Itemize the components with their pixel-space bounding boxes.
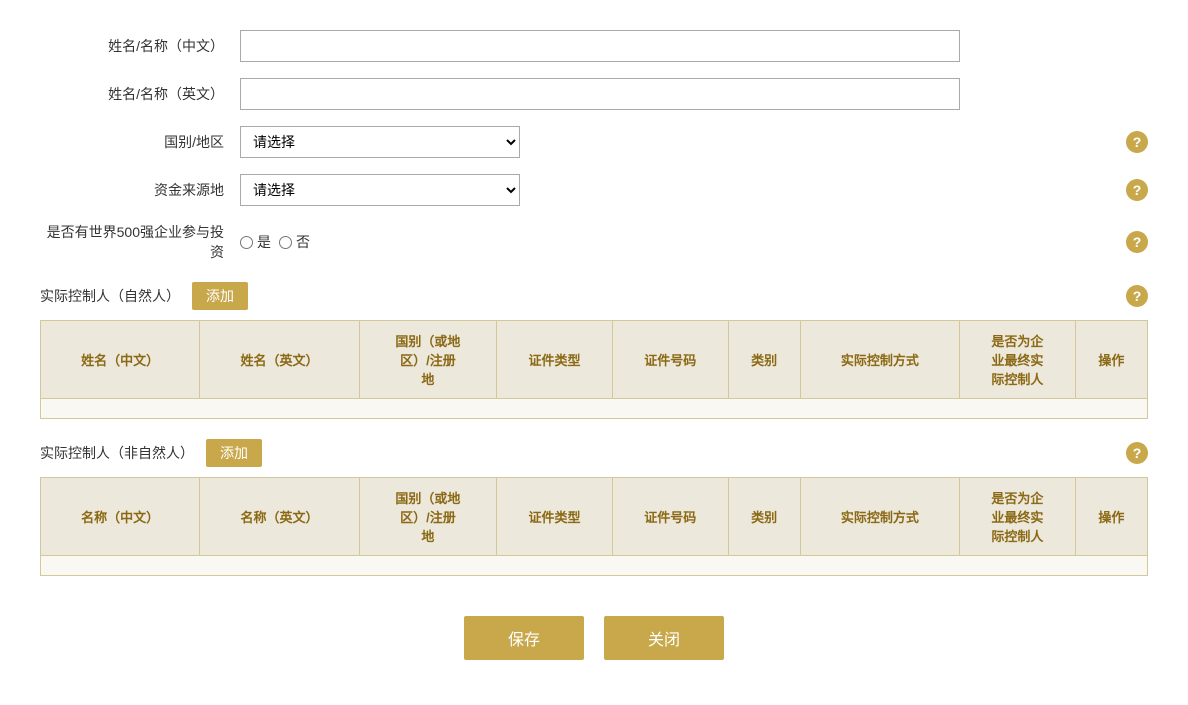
- name-cn-input[interactable]: [240, 30, 960, 62]
- natural-person-header-row: 姓名（中文） 姓名（英文） 国别（或地区）/注册地 证件类型 证件号码 类别 实…: [41, 321, 1148, 399]
- non-natural-person-section: 实际控制人（非自然人） 添加 ? 名称（中文） 名称（英文） 国别（或地区）/注…: [40, 439, 1148, 576]
- col-category: 类别: [728, 321, 800, 399]
- name-cn-label: 姓名/名称（中文）: [40, 36, 240, 56]
- col-cert-no-2: 证件号码: [612, 478, 728, 556]
- name-en-input[interactable]: [240, 78, 960, 110]
- non-natural-person-empty-cell: [41, 556, 1148, 576]
- col-cert-type-2: 证件类型: [497, 478, 613, 556]
- fortune500-yes-radio[interactable]: [240, 236, 253, 249]
- fortune500-label: 是否有世界500强企业参与投资: [40, 222, 240, 262]
- fund-source-select[interactable]: 请选择: [240, 174, 520, 206]
- country-row: 国别/地区 请选择 ?: [40, 126, 1148, 158]
- natural-person-section: 实际控制人（自然人） 添加 ? 姓名（中文） 姓名（英文） 国别（或地区）/注册…: [40, 282, 1148, 419]
- non-natural-person-title-row: 实际控制人（非自然人） 添加 ?: [40, 439, 1148, 467]
- fortune500-yes-label[interactable]: 是: [240, 232, 271, 252]
- col-is-final-controller-2: 是否为企业最终实际控制人: [960, 478, 1076, 556]
- name-en-label: 姓名/名称（英文）: [40, 84, 240, 104]
- natural-person-title: 实际控制人（自然人）: [40, 286, 180, 306]
- country-select[interactable]: 请选择: [240, 126, 520, 158]
- fortune500-no-text: 否: [296, 232, 310, 252]
- fortune500-no-label[interactable]: 否: [279, 232, 310, 252]
- fund-source-help-icon[interactable]: ?: [1126, 179, 1148, 201]
- non-natural-person-empty-row: [41, 556, 1148, 576]
- close-button[interactable]: 关闭: [604, 616, 724, 660]
- natural-person-table: 姓名（中文） 姓名（英文） 国别（或地区）/注册地 证件类型 证件号码 类别 实…: [40, 320, 1148, 419]
- non-natural-person-title: 实际控制人（非自然人）: [40, 443, 194, 463]
- col-category-2: 类别: [728, 478, 800, 556]
- natural-person-title-row: 实际控制人（自然人） 添加 ?: [40, 282, 1148, 310]
- non-natural-person-help-icon[interactable]: ?: [1126, 442, 1148, 464]
- col-name-en: 姓名（英文）: [200, 321, 359, 399]
- country-label: 国别/地区: [40, 132, 240, 152]
- col-operation: 操作: [1075, 321, 1147, 399]
- fortune500-radio-group: 是 否: [240, 232, 310, 252]
- fortune500-no-radio[interactable]: [279, 236, 292, 249]
- col-operation-2: 操作: [1075, 478, 1147, 556]
- name-cn-row: 姓名/名称（中文）: [40, 30, 1148, 62]
- col-country: 国别（或地区）/注册地: [359, 321, 497, 399]
- name-en-row: 姓名/名称（英文）: [40, 78, 1148, 110]
- non-natural-person-add-button[interactable]: 添加: [206, 439, 262, 467]
- country-help-icon[interactable]: ?: [1126, 131, 1148, 153]
- col-name-en-2: 名称（英文）: [200, 478, 359, 556]
- col-cert-no: 证件号码: [612, 321, 728, 399]
- save-button[interactable]: 保存: [464, 616, 584, 660]
- fortune500-row: 是否有世界500强企业参与投资 是 否 ?: [40, 222, 1148, 262]
- fund-source-row: 资金来源地 请选择 ?: [40, 174, 1148, 206]
- non-natural-person-table: 名称（中文） 名称（英文） 国别（或地区）/注册地 证件类型 证件号码 类别 实…: [40, 477, 1148, 576]
- col-country-2: 国别（或地区）/注册地: [359, 478, 497, 556]
- col-is-final-controller: 是否为企业最终实际控制人: [960, 321, 1076, 399]
- natural-person-empty-row: [41, 399, 1148, 419]
- non-natural-person-header-row: 名称（中文） 名称（英文） 国别（或地区）/注册地 证件类型 证件号码 类别 实…: [41, 478, 1148, 556]
- fund-source-label: 资金来源地: [40, 180, 240, 200]
- col-name-cn: 姓名（中文）: [41, 321, 200, 399]
- fortune500-help-icon[interactable]: ?: [1126, 231, 1148, 253]
- main-form: 姓名/名称（中文） 姓名/名称（英文） 国别/地区 请选择 ? 资金来源地 请选…: [40, 30, 1148, 262]
- natural-person-empty-cell: [41, 399, 1148, 419]
- col-control-method: 实际控制方式: [800, 321, 959, 399]
- natural-person-help-icon[interactable]: ?: [1126, 285, 1148, 307]
- natural-person-add-button[interactable]: 添加: [192, 282, 248, 310]
- col-name-cn-2: 名称（中文）: [41, 478, 200, 556]
- fortune500-yes-text: 是: [257, 232, 271, 252]
- bottom-buttons: 保存 关闭: [40, 616, 1148, 660]
- col-control-method-2: 实际控制方式: [800, 478, 959, 556]
- col-cert-type: 证件类型: [497, 321, 613, 399]
